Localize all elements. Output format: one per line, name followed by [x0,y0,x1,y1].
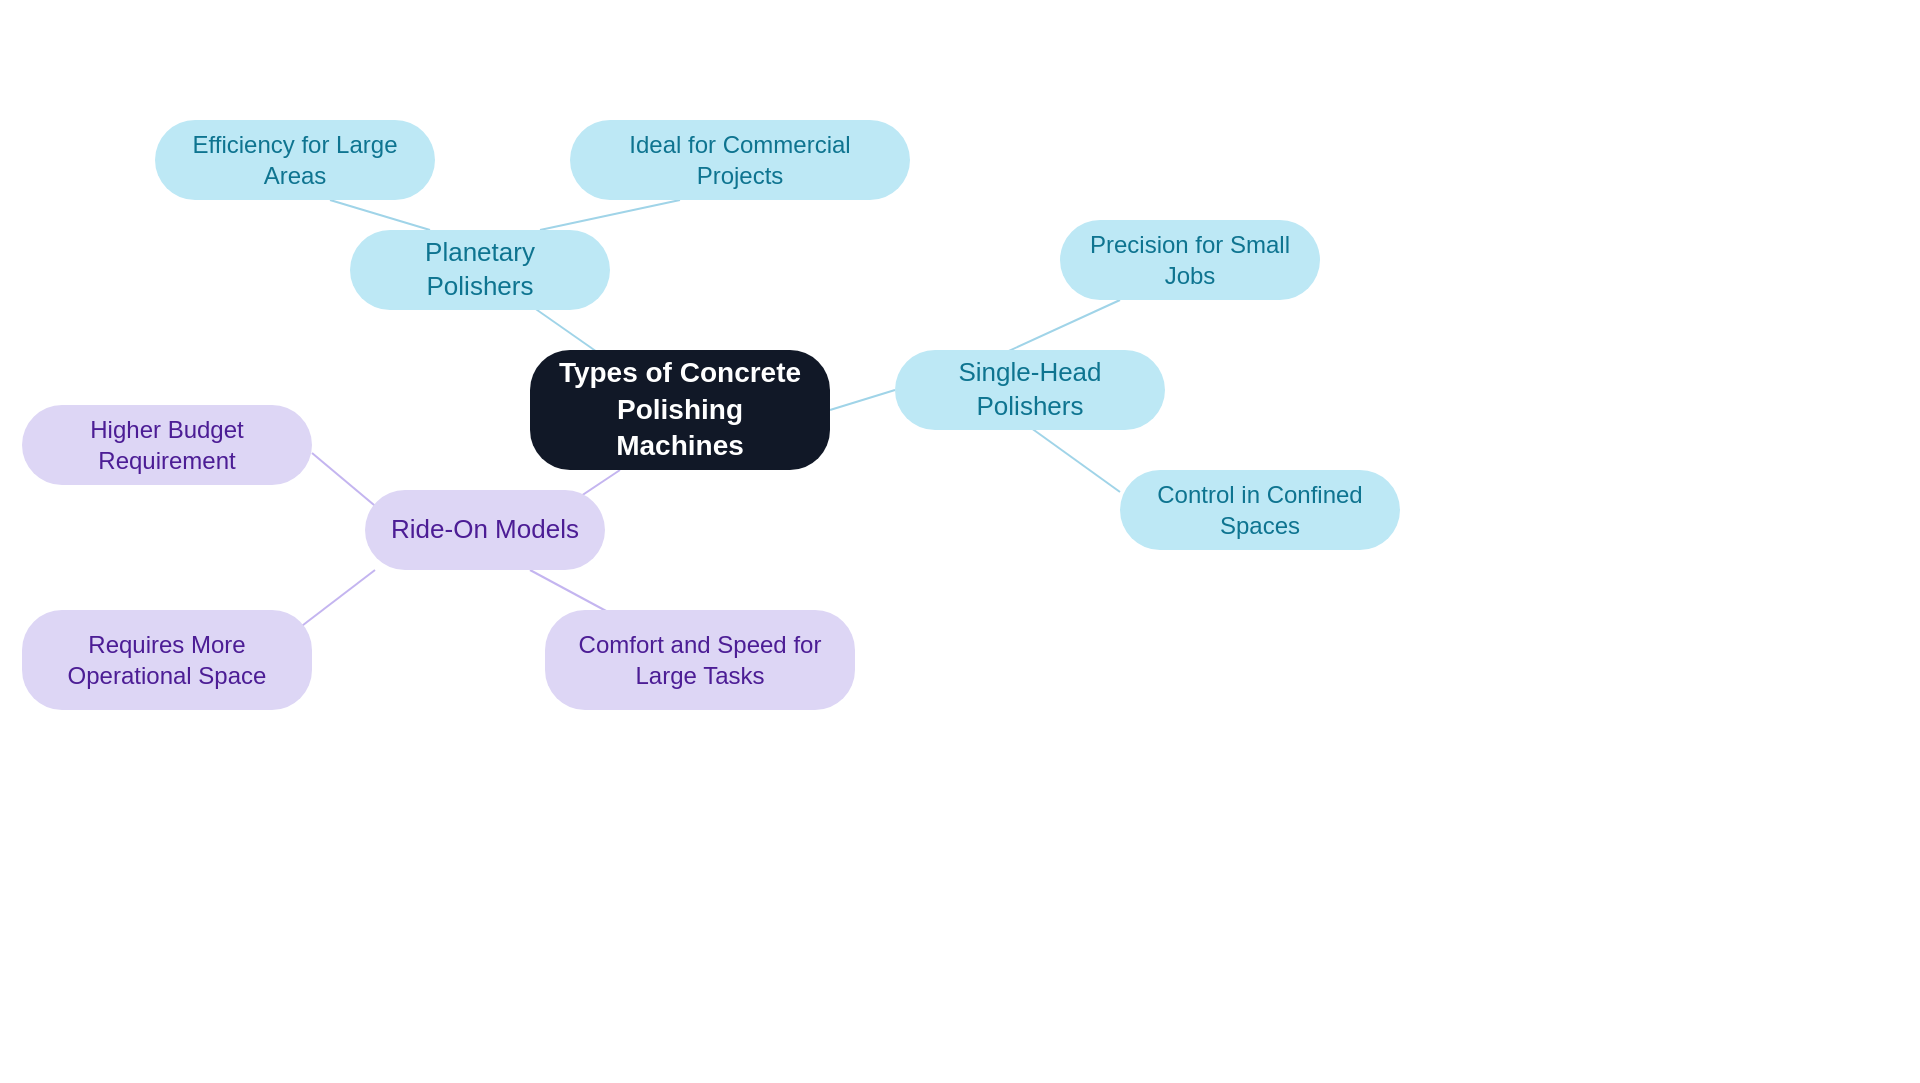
commercial-node: Ideal for Commercial Projects [570,120,910,200]
control-label: Control in Confined Spaces [1144,479,1376,541]
budget-node: Higher Budget Requirement [22,405,312,485]
commercial-label: Ideal for Commercial Projects [594,129,886,191]
efficiency-node: Efficiency for Large Areas [155,120,435,200]
central-label: Types of Concrete Polishing Machines [554,355,806,464]
efficiency-label: Efficiency for Large Areas [179,129,411,191]
comfort-node: Comfort and Speed for Large Tasks [545,610,855,710]
svg-line-7 [312,453,380,510]
singlehead-label: Single-Head Polishers [919,356,1141,424]
svg-line-4 [1000,300,1120,355]
central-node: Types of Concrete Polishing Machines [530,350,830,470]
svg-line-3 [830,390,895,410]
singlehead-node: Single-Head Polishers [895,350,1165,430]
rideon-node: Ride-On Models [365,490,605,570]
comfort-label: Comfort and Speed for Large Tasks [569,629,831,691]
precision-label: Precision for Small Jobs [1084,229,1296,291]
space-label: Requires More Operational Space [46,629,288,691]
svg-line-5 [1020,420,1120,492]
svg-line-1 [330,200,430,230]
svg-line-2 [540,200,680,230]
planetary-label: Planetary Polishers [374,236,586,304]
precision-node: Precision for Small Jobs [1060,220,1320,300]
space-node: Requires More Operational Space [22,610,312,710]
control-node: Control in Confined Spaces [1120,470,1400,550]
rideon-label: Ride-On Models [391,513,579,547]
planetary-polishers-node: Planetary Polishers [350,230,610,310]
budget-label: Higher Budget Requirement [46,414,288,476]
